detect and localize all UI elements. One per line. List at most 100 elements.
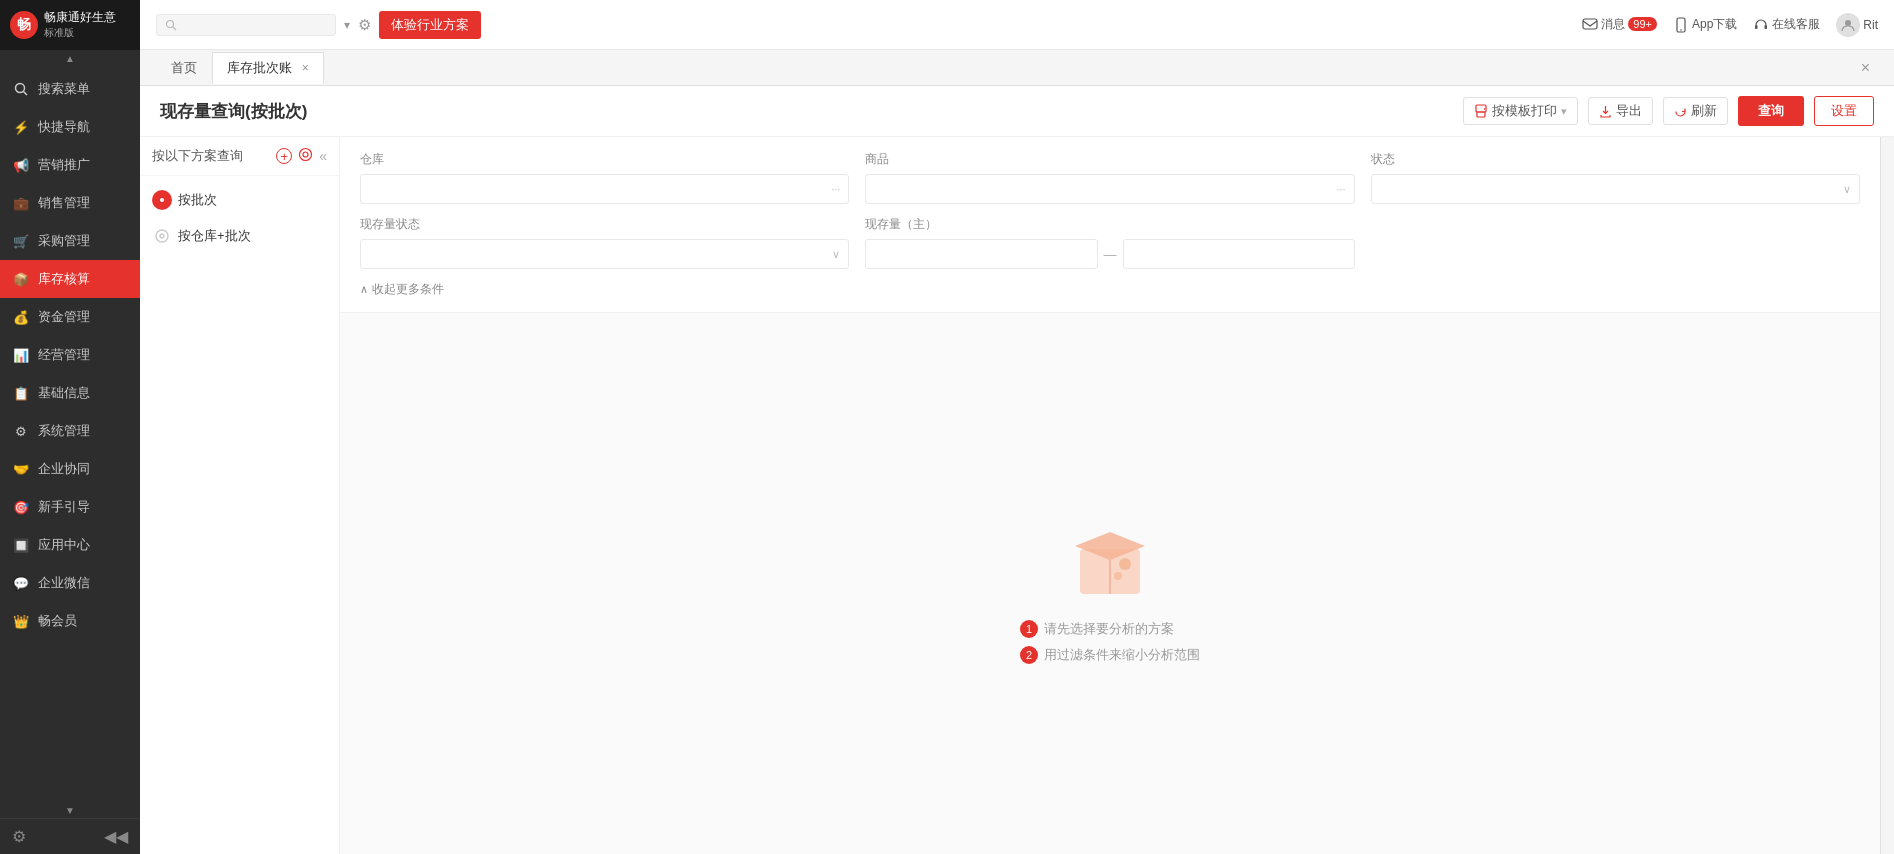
sidebar-footer: ⚙ ◀◀	[0, 818, 140, 854]
empty-state: 1 请先选择要分析的方案 2 用过滤条件来缩小分析范围	[340, 313, 1880, 854]
app-title-block: 畅康通好生意 标准版	[44, 10, 116, 40]
sidebar-scroll-down[interactable]: ▼	[0, 802, 140, 818]
app-download-btn[interactable]: App下载	[1673, 16, 1737, 33]
filter-collapse-area: ∧ 收起更多条件	[360, 281, 1860, 298]
svg-point-16	[160, 198, 164, 202]
filter-product: 商品 ···	[865, 151, 1354, 204]
sidebar-item-inventory[interactable]: 📦 库存核算	[0, 260, 140, 298]
status-select[interactable]: ∨	[1371, 174, 1860, 204]
panel-add-icon[interactable]: +	[276, 148, 292, 164]
filter-area: 仓库 ··· 商品 ···	[340, 137, 1880, 313]
sidebar-settings-icon[interactable]: ⚙	[12, 827, 26, 846]
warehouse-input[interactable]: ···	[360, 174, 849, 204]
plan-icon-active	[152, 190, 172, 210]
topbar-left: ▾ ⚙ 体验行业方案	[156, 11, 1570, 39]
topbar-search-box[interactable]	[156, 14, 336, 36]
page-title: 现存量查询(按批次)	[160, 100, 307, 123]
query-btn[interactable]: 查询	[1738, 96, 1804, 126]
sidebar-item-purchase[interactable]: 🛒 采购管理	[0, 222, 140, 260]
messages-btn[interactable]: 消息 99+	[1582, 16, 1657, 33]
sidebar-item-marketing[interactable]: 📢 营销推广	[0, 146, 140, 184]
inventory-status-chevron-icon: ∨	[832, 248, 840, 261]
svg-point-12	[1484, 108, 1486, 110]
plan-item-batch[interactable]: 按批次	[140, 182, 339, 218]
user-btn[interactable]: Rit	[1836, 13, 1878, 37]
tab-close-btn[interactable]: ×	[302, 61, 309, 75]
message-icon	[1582, 17, 1598, 33]
headset-icon	[1753, 17, 1769, 33]
svg-point-6	[1680, 29, 1682, 31]
empty-tip-2: 2 用过滤条件来缩小分析范围	[1020, 646, 1200, 664]
export-btn[interactable]: 导出	[1588, 97, 1653, 125]
member-icon: 👑	[12, 612, 30, 630]
app-title: 畅康通好生意	[44, 10, 116, 26]
plan-list: 按批次 按仓库+批次	[140, 176, 339, 260]
sidebar-item-newbie[interactable]: 🎯 新手引导	[0, 488, 140, 526]
sidebar-item-appcenter[interactable]: 🔲 应用中心	[0, 526, 140, 564]
sidebar-item-weixin[interactable]: 💬 企业微信	[0, 564, 140, 602]
panel-title-text: 按以下方案查询	[152, 147, 243, 165]
messages-label: 消息	[1601, 16, 1625, 33]
svg-point-22	[1114, 572, 1122, 580]
sidebar-header: 畅 畅康通好生意 标准版	[0, 0, 140, 50]
experience-btn[interactable]: 体验行业方案	[379, 11, 481, 39]
right-panel: 仓库 ··· 商品 ···	[340, 137, 1880, 854]
sidebar-item-label: 经营管理	[38, 346, 90, 364]
sidebar-item-collab[interactable]: 🤝 企业协同	[0, 450, 140, 488]
sidebar-scroll-up[interactable]: ▲	[0, 50, 140, 66]
topbar-right: 消息 99+ App下载 在线客服	[1582, 13, 1878, 37]
right-scrollbar[interactable]	[1880, 137, 1894, 854]
panel-collapse-icon[interactable]: «	[319, 148, 327, 164]
sidebar-item-finance[interactable]: 💰 资金管理	[0, 298, 140, 336]
sidebar-item-quicknav[interactable]: ⚡ 快捷导航	[0, 108, 140, 146]
refresh-icon	[1674, 105, 1687, 118]
empty-tip-1: 1 请先选择要分析的方案	[1020, 620, 1200, 638]
operations-icon: 📊	[12, 346, 30, 364]
topbar-settings-icon[interactable]: ⚙	[358, 16, 371, 34]
sales-icon: 💼	[12, 194, 30, 212]
topbar: ▾ ⚙ 体验行业方案 消息 99+ App下载	[140, 0, 1894, 50]
sidebar-item-sales[interactable]: 💼 销售管理	[0, 184, 140, 222]
svg-point-0	[16, 84, 25, 93]
quantity-min-input[interactable]	[865, 239, 1097, 269]
sidebar-item-member[interactable]: 👑 畅会员	[0, 602, 140, 640]
export-icon	[1599, 105, 1612, 118]
refresh-btn[interactable]: 刷新	[1663, 97, 1728, 125]
tab-inventory-batch[interactable]: 库存批次账 ×	[212, 52, 324, 84]
main-content: ▾ ⚙ 体验行业方案 消息 99+ App下载	[140, 0, 1894, 854]
page-actions: 按模板打印 ▾ 导出 刷新 查询 设置	[1463, 96, 1874, 126]
appcenter-icon: 🔲	[12, 536, 30, 554]
settings-btn[interactable]: 设置	[1814, 96, 1874, 126]
sidebar-item-search[interactable]: 搜索菜单	[0, 70, 140, 108]
tab-home[interactable]: 首页	[156, 52, 212, 83]
plan-item-warehouse-batch[interactable]: 按仓库+批次	[140, 218, 339, 254]
print-btn-label: 按模板打印	[1492, 102, 1557, 120]
sidebar-item-system[interactable]: ⚙ 系统管理	[0, 412, 140, 450]
product-input[interactable]: ···	[865, 174, 1354, 204]
inventory-status-select[interactable]: ∨	[360, 239, 849, 269]
svg-point-21	[1119, 558, 1131, 570]
panel-title-icons: + «	[276, 147, 327, 165]
sidebar-item-operations[interactable]: 📊 经营管理	[0, 336, 140, 374]
quantity-max-input[interactable]	[1123, 239, 1355, 269]
avatar	[1836, 13, 1860, 37]
sidebar-item-label: 畅会员	[38, 612, 77, 630]
filter-row-1: 仓库 ··· 商品 ···	[360, 151, 1860, 204]
product-more-icon: ···	[1336, 183, 1345, 195]
filter-inventory-status: 现存量状态 ∨	[360, 216, 849, 269]
user-name: Rit	[1863, 18, 1878, 32]
collapse-btn[interactable]: ∧ 收起更多条件	[360, 281, 1860, 298]
tab-close-window-icon[interactable]: ×	[1853, 59, 1878, 77]
svg-rect-11	[1477, 112, 1485, 117]
filter-warehouse: 仓库 ···	[360, 151, 849, 204]
sidebar-collapse-icon[interactable]: ◀◀	[104, 827, 128, 846]
sidebar-item-basics[interactable]: 📋 基础信息	[0, 374, 140, 412]
panel-settings-icon[interactable]	[298, 147, 313, 165]
topbar-chevron-icon[interactable]: ▾	[344, 18, 350, 32]
tip-text-1: 请先选择要分析的方案	[1044, 620, 1174, 638]
online-service-btn[interactable]: 在线客服	[1753, 16, 1820, 33]
sidebar-item-label: 系统管理	[38, 422, 90, 440]
empty-tips: 1 请先选择要分析的方案 2 用过滤条件来缩小分析范围	[1020, 620, 1200, 664]
print-btn[interactable]: 按模板打印 ▾	[1463, 97, 1578, 125]
finance-icon: 💰	[12, 308, 30, 326]
